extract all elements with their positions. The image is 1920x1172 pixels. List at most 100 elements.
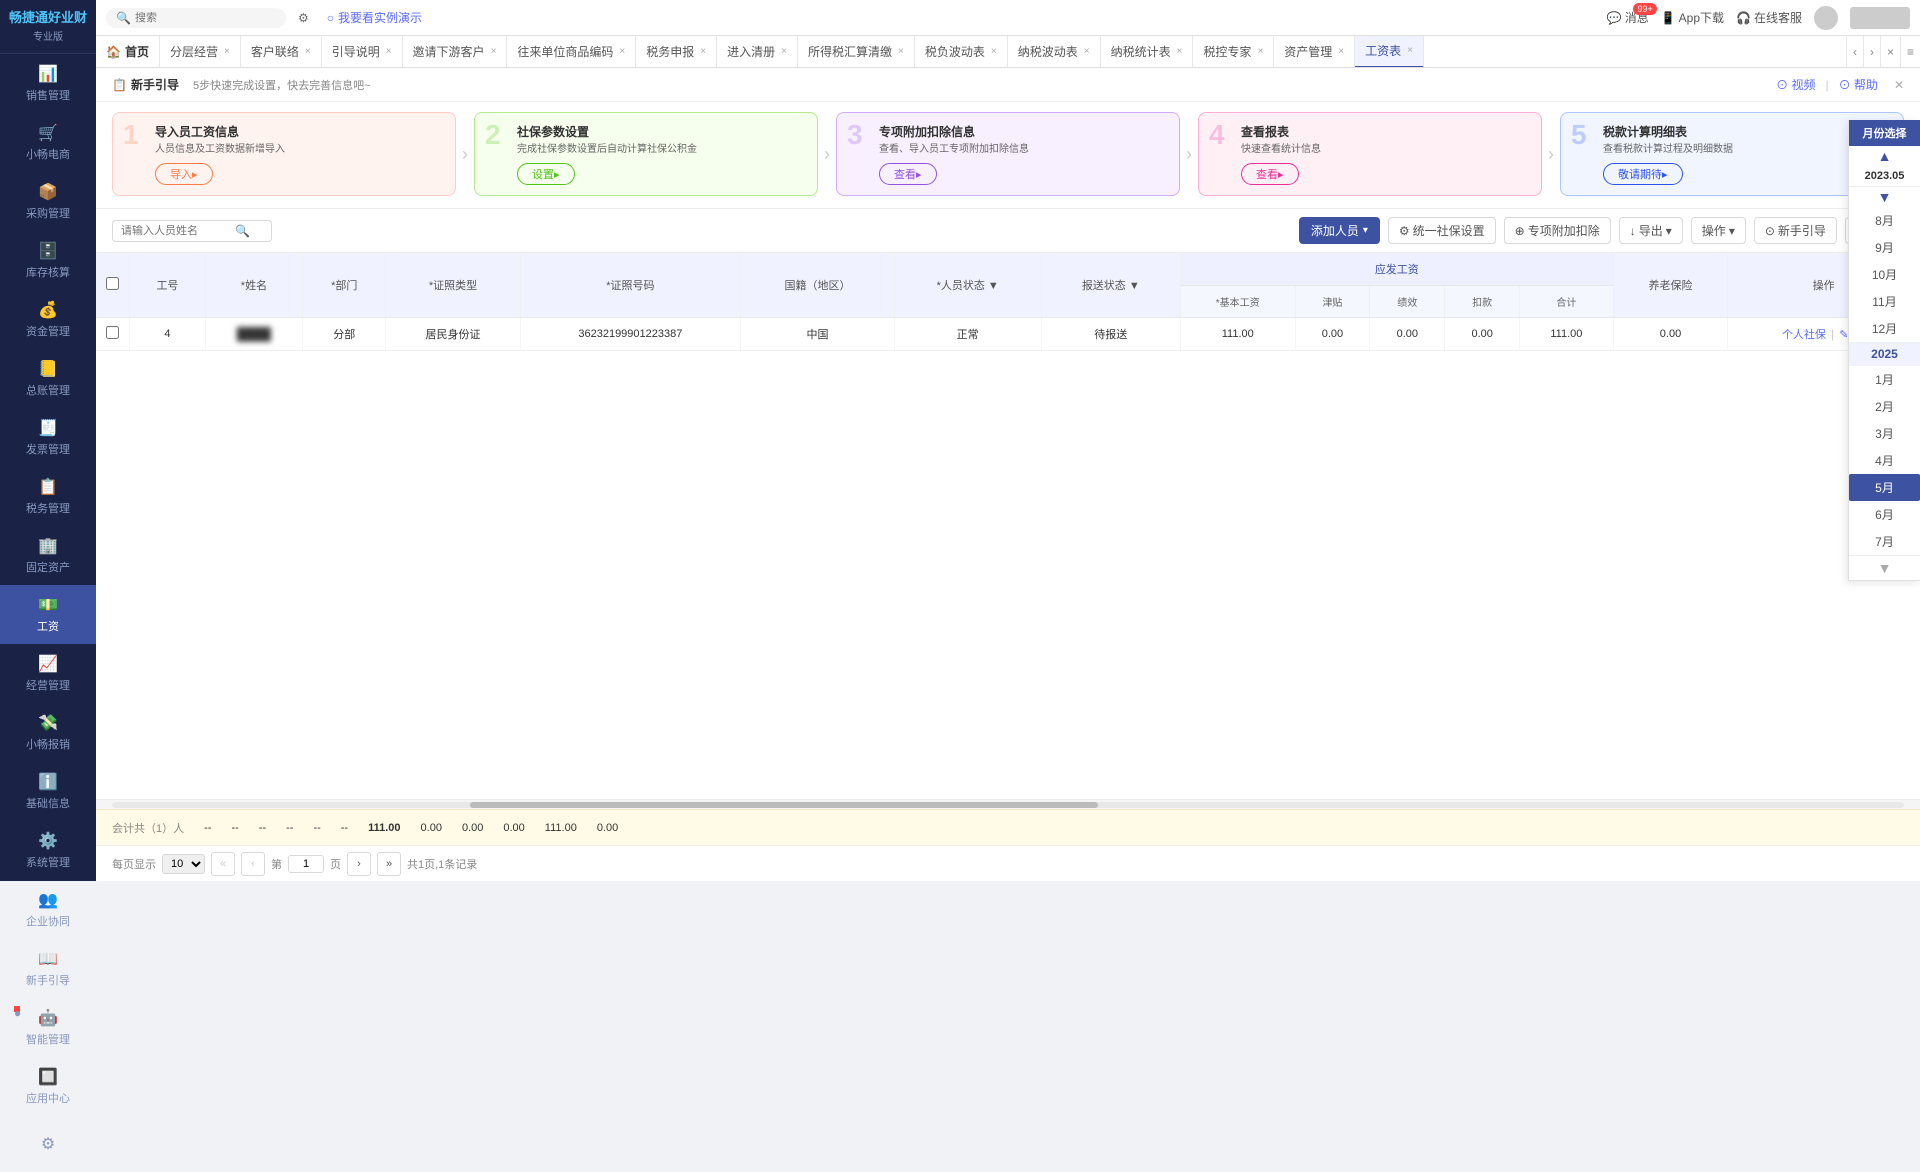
sidebar-item-invoice[interactable]: 🧾 发票管理: [0, 408, 96, 467]
sidebar-item-sales[interactable]: 📊 销售管理: [0, 54, 96, 113]
sidebar-item-apps[interactable]: 🔲 应用中心: [0, 1057, 96, 1116]
month-item-9[interactable]: 9月: [1849, 234, 1920, 261]
video-link[interactable]: ⊙ 视频: [1776, 76, 1815, 93]
month-item-5[interactable]: 5月: [1849, 474, 1920, 501]
tab-tax-wave[interactable]: 纳税波动表 ×: [1008, 36, 1101, 68]
month-item-2[interactable]: 2月: [1849, 393, 1920, 420]
month-year-down-btn[interactable]: ▼: [1874, 189, 1896, 205]
employee-search-box[interactable]: 🔍: [112, 220, 272, 242]
employee-search-input[interactable]: [121, 225, 231, 237]
tab-invite-close[interactable]: ×: [491, 46, 497, 57]
month-item-7[interactable]: 7月: [1849, 528, 1920, 555]
sidebar-item-operations[interactable]: 📈 经营管理: [0, 644, 96, 703]
tab-tax-stat[interactable]: 纳税统计表 ×: [1101, 36, 1194, 68]
tab-customer[interactable]: 客户联络 ×: [241, 36, 322, 68]
sidebar-item-expense[interactable]: 💸 小畅报销: [0, 703, 96, 762]
sidebar-item-purchase[interactable]: 📦 采购管理: [0, 172, 96, 231]
tab-tiered-mgmt[interactable]: 分层经营 ×: [160, 36, 241, 68]
demo-link[interactable]: ○ 我要看实例演示: [327, 9, 422, 26]
row-checkbox[interactable]: [106, 326, 119, 339]
tab-income-tax-close[interactable]: ×: [898, 46, 904, 57]
td-checkbox[interactable]: [96, 318, 130, 351]
h-scrollbar-track[interactable]: [112, 802, 1904, 808]
tab-next-btn[interactable]: ›: [1863, 36, 1880, 68]
user-avatar[interactable]: [1814, 6, 1838, 30]
month-item-12[interactable]: 12月: [1849, 315, 1920, 342]
month-item-10[interactable]: 10月: [1849, 261, 1920, 288]
tab-tax-wave-close[interactable]: ×: [1084, 46, 1090, 57]
month-panel-collapse-btn[interactable]: ▼: [1878, 560, 1892, 576]
tab-tax-report-close[interactable]: ×: [700, 46, 706, 57]
export-btn[interactable]: ↓ 导出 ▾: [1619, 217, 1683, 244]
horizontal-scrollbar[interactable]: [96, 799, 1920, 809]
last-page-btn[interactable]: »: [377, 852, 401, 876]
settings-gear-icon[interactable]: ⚙: [33, 1126, 63, 1162]
sidebar-item-ecommerce[interactable]: 🛒 小畅电商: [0, 113, 96, 172]
topbar-search-box[interactable]: 🔍: [106, 8, 286, 28]
prev-page-btn[interactable]: ‹: [241, 852, 265, 876]
sidebar-item-finance[interactable]: 💰 资金管理: [0, 290, 96, 349]
tab-clearance-close[interactable]: ×: [781, 46, 787, 57]
sidebar-item-system[interactable]: ⚙️ 系统管理: [0, 821, 96, 880]
tab-income-tax[interactable]: 所得税汇算清缴 ×: [798, 36, 915, 68]
tab-product-code[interactable]: 往来单位商品编码 ×: [507, 36, 636, 68]
tab-guide-close[interactable]: ×: [386, 46, 392, 57]
tab-menu-btn[interactable]: ≡: [1900, 36, 1920, 68]
operation-btn[interactable]: 操作 ▾: [1691, 217, 1746, 244]
select-all-checkbox[interactable]: [106, 277, 119, 290]
settings-btn[interactable]: ⚙: [294, 9, 313, 27]
step-btn-4[interactable]: 查看▸: [1241, 163, 1299, 185]
topbar-search-input[interactable]: [135, 12, 255, 24]
sidebar-item-inventory[interactable]: 🗄️ 库存核算: [0, 231, 96, 290]
tab-tax-stat-close[interactable]: ×: [1177, 46, 1183, 57]
next-page-btn[interactable]: ›: [347, 852, 371, 876]
tab-payroll[interactable]: 工资表 ×: [1355, 36, 1424, 68]
h-scrollbar-thumb[interactable]: [470, 802, 1097, 808]
sidebar-item-ai[interactable]: ● 🤖 智能管理: [0, 998, 96, 1057]
tab-tax-fluct-close[interactable]: ×: [991, 46, 997, 57]
guide-close-btn[interactable]: ✕: [1894, 78, 1904, 92]
tab-invite[interactable]: 邀请下游客户 ×: [403, 36, 508, 68]
new-user-guide-btn[interactable]: ⊙ 新手引导: [1754, 217, 1837, 244]
tab-payroll-close[interactable]: ×: [1407, 45, 1413, 56]
per-page-select[interactable]: 10 20 50: [162, 854, 205, 874]
app-download-button[interactable]: 📱 App下载: [1661, 9, 1724, 26]
sidebar-item-collab[interactable]: 👥 企业协同: [0, 880, 96, 939]
tab-tax-expert-close[interactable]: ×: [1257, 46, 1263, 57]
user-name-area[interactable]: [1850, 7, 1910, 29]
month-item-4[interactable]: 4月: [1849, 447, 1920, 474]
tab-clearance[interactable]: 进入清册 ×: [717, 36, 798, 68]
tab-tax-report[interactable]: 税务申报 ×: [636, 36, 717, 68]
tab-asset-close[interactable]: ×: [1338, 46, 1344, 57]
month-item-8[interactable]: 8月: [1849, 207, 1920, 234]
step-btn-5[interactable]: 敬请期待▸: [1603, 163, 1683, 185]
tab-tiered-close[interactable]: ×: [224, 46, 230, 57]
sidebar-item-basic-info[interactable]: ℹ️ 基础信息: [0, 762, 96, 821]
month-year-up-btn[interactable]: ▲: [1874, 148, 1896, 164]
message-button[interactable]: 💬 消息 99+: [1607, 9, 1649, 26]
tab-close-all-btn[interactable]: ×: [1880, 36, 1900, 68]
tab-home[interactable]: 🏠 首页: [96, 36, 160, 68]
tab-product-close[interactable]: ×: [619, 46, 625, 57]
month-item-11[interactable]: 11月: [1849, 288, 1920, 315]
special-deduction-btn[interactable]: ⊕ 专项附加扣除: [1504, 217, 1611, 244]
first-page-btn[interactable]: «: [211, 852, 235, 876]
month-item-3[interactable]: 3月: [1849, 420, 1920, 447]
tab-guide-desc[interactable]: 引导说明 ×: [322, 36, 403, 68]
step-btn-3[interactable]: 查看▸: [879, 163, 937, 185]
add-employee-button[interactable]: 添加人员 ▾: [1299, 217, 1380, 244]
tab-tax-fluctuation[interactable]: 税负波动表 ×: [915, 36, 1008, 68]
online-service-button[interactable]: 🎧 在线客服: [1736, 9, 1802, 26]
personal-social-insurance-btn[interactable]: 个人社保: [1782, 329, 1826, 341]
help-link[interactable]: ⊙ 帮助: [1839, 76, 1878, 93]
sidebar-item-payroll[interactable]: 💵 工资: [0, 585, 96, 644]
step-btn-1[interactable]: 导入▸: [155, 163, 213, 185]
month-item-6[interactable]: 6月: [1849, 501, 1920, 528]
tab-customer-close[interactable]: ×: [305, 46, 311, 57]
step-btn-2[interactable]: 设置▸: [517, 163, 575, 185]
sidebar-item-tax[interactable]: 📋 税务管理: [0, 467, 96, 526]
tab-prev-btn[interactable]: ‹: [1846, 36, 1863, 68]
sidebar-item-assets[interactable]: 🏢 固定资产: [0, 526, 96, 585]
month-item-1[interactable]: 1月: [1849, 366, 1920, 393]
sidebar-item-ledger[interactable]: 📒 总账管理: [0, 349, 96, 408]
